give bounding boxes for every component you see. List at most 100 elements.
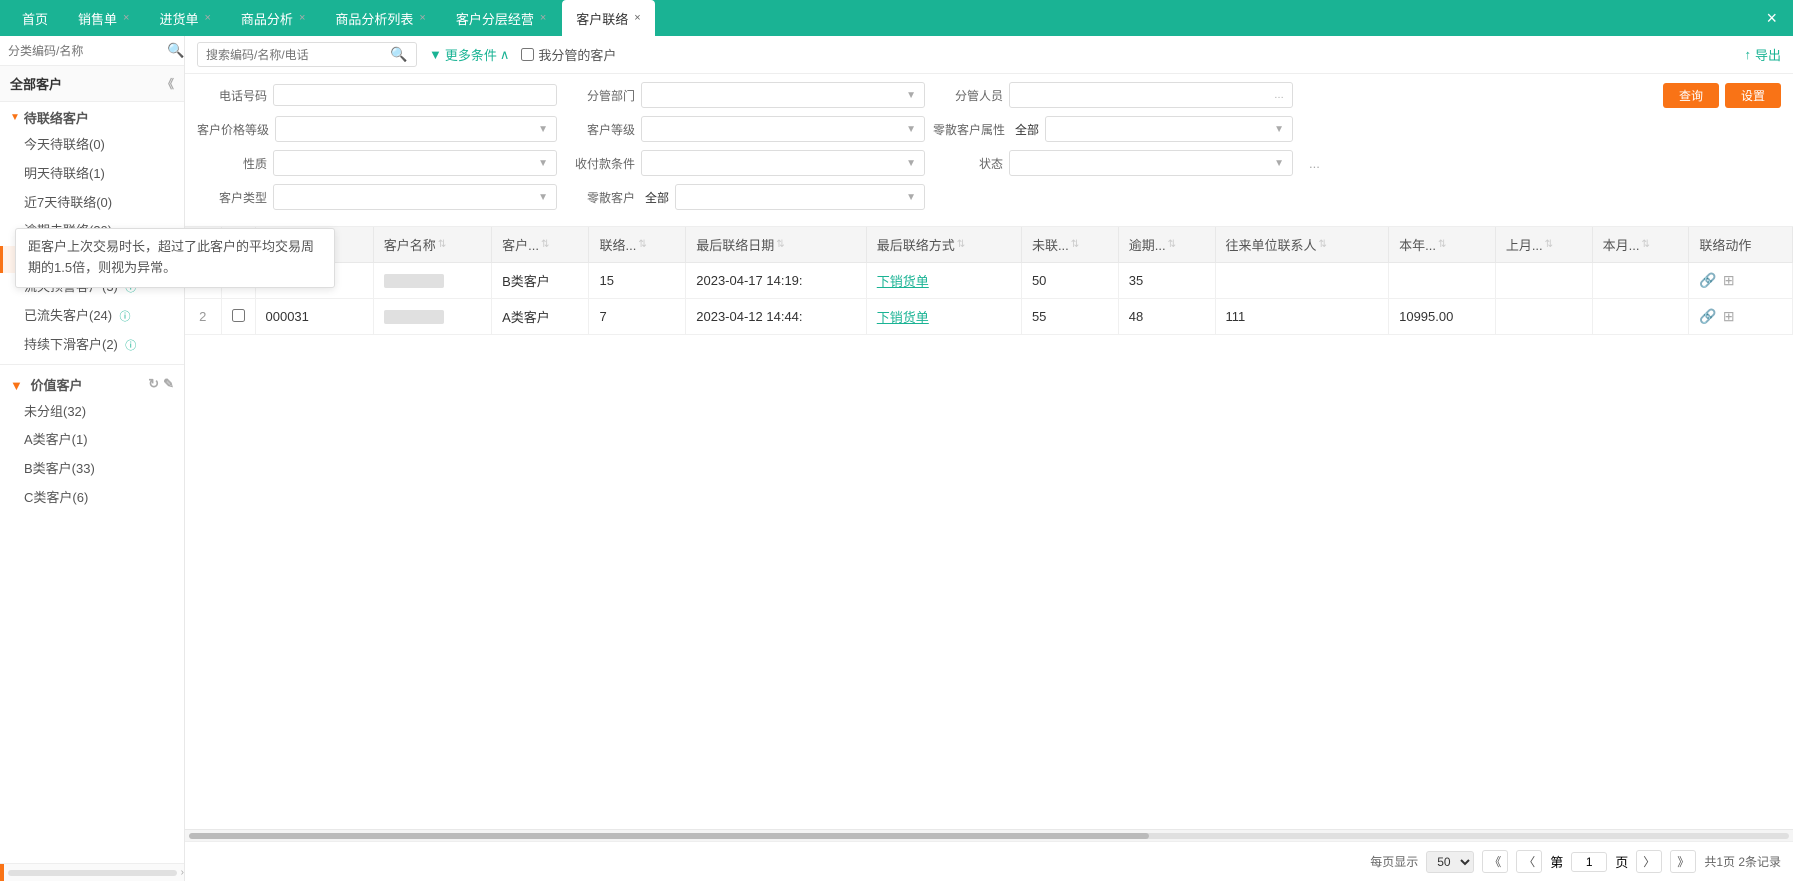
row1-contact-icon[interactable]: 🔗 [1699, 272, 1716, 289]
sidebar-all-customers[interactable]: 全部客户 《 [0, 66, 184, 102]
this-year-sort-icon[interactable]: ⇅ [1438, 239, 1446, 250]
export-button[interactable]: ↑ 导出 [1744, 45, 1781, 64]
sidebar-item-ungraded[interactable]: 未分组(32) [0, 398, 184, 427]
pagination-bar: 每页显示 50 《 〈 第 页 〉 》 共1页 2条记录 [185, 841, 1793, 881]
status-select[interactable]: ▼ [1009, 150, 1293, 176]
row2-name-blurred [384, 310, 444, 324]
nav-tab-product-list[interactable]: 商品分析列表 × [321, 0, 439, 36]
customer-type-select[interactable]: ▼ [273, 184, 557, 210]
name-sort-icon[interactable]: ⇅ [438, 239, 446, 250]
payment-select[interactable]: ▼ [641, 150, 925, 176]
value-refresh-icon[interactable]: ↻ [148, 376, 159, 392]
pending-arrow-icon: ▼ [10, 112, 20, 123]
filter-more-btn[interactable]: ... [1301, 156, 1328, 171]
next-page-btn[interactable]: 〉 [1636, 850, 1662, 873]
window-close-button[interactable]: × [1758, 8, 1785, 29]
close-tab-sales[interactable]: × [123, 12, 129, 24]
row2-select-checkbox[interactable] [232, 309, 245, 322]
unit-contact-sort-icon[interactable]: ⇅ [1319, 239, 1327, 250]
sidebar-item-declining[interactable]: 持续下滑客户(2) ⓘ [0, 331, 184, 360]
top-navigation: 首页 销售单 × 进货单 × 商品分析 × 商品分析列表 × 客户分层经营 × … [0, 0, 1793, 36]
retail-attr-select[interactable]: ▼ [1045, 116, 1293, 142]
page-suffix: 页 [1615, 852, 1628, 871]
this-month-sort-icon[interactable]: ⇅ [1641, 239, 1649, 250]
dept-select[interactable]: ▼ [641, 82, 925, 108]
first-page-btn[interactable]: 《 [1482, 850, 1508, 873]
search-input[interactable] [206, 48, 386, 62]
nav-tab-sales[interactable]: 销售单 × [64, 0, 143, 36]
row2-name[interactable] [373, 299, 491, 335]
search-box: 🔍 [197, 42, 417, 67]
customer-grade-select[interactable]: ▼ [641, 116, 925, 142]
row1-more-icon[interactable]: ⊞ [1723, 272, 1735, 289]
sidebar-item-class-c[interactable]: C类客户(6) [0, 484, 184, 513]
nav-tab-purchase[interactable]: 进货单 × [145, 0, 224, 36]
uncontacted-sort-icon[interactable]: ⇅ [1071, 239, 1079, 250]
close-tab-purchase[interactable]: × [204, 12, 210, 24]
nav-tab-customer-layering[interactable]: 客户分层经营 × [442, 0, 560, 36]
nav-tab-home[interactable]: 首页 [8, 0, 62, 36]
close-tab-product-list[interactable]: × [419, 12, 425, 24]
row2-more-icon[interactable]: ⊞ [1723, 308, 1735, 325]
search-icon[interactable]: 🔍 [390, 46, 407, 63]
th-this-year-label: 本年... [1399, 235, 1436, 254]
phone-input[interactable] [273, 84, 557, 106]
row1-overdue: 35 [1118, 263, 1215, 299]
setting-button[interactable]: 设置 [1725, 83, 1781, 108]
sidebar-scrollbar[interactable] [8, 870, 177, 876]
contact-sort-icon[interactable]: ⇅ [638, 239, 646, 250]
value-edit-icon[interactable]: ✎ [163, 376, 174, 392]
sidebar-search-icon[interactable]: 🔍 [167, 42, 184, 59]
overdue-sort-icon[interactable]: ⇅ [1168, 239, 1176, 250]
gender-select[interactable]: ▼ [273, 150, 557, 176]
per-page-select[interactable]: 50 [1426, 851, 1474, 873]
last-date-sort-icon[interactable]: ⇅ [776, 239, 784, 250]
scrollbar-thumb[interactable] [189, 833, 1149, 839]
row2-contact-icon[interactable]: 🔗 [1699, 308, 1716, 325]
close-tab-customer-contact[interactable]: × [634, 12, 640, 24]
last-page-btn[interactable]: 》 [1670, 850, 1696, 873]
sidebar-item-class-b[interactable]: B类客户(33) [0, 455, 184, 484]
prev-page-btn[interactable]: 〈 [1516, 850, 1542, 873]
sidebar-scroll-bottom: › [0, 863, 184, 881]
sidebar-scroll-right-icon[interactable]: › [181, 867, 184, 878]
sidebar-value-section: ▼ 价值客户 ↻ ✎ [0, 369, 184, 398]
scrollbar-track[interactable] [189, 833, 1789, 839]
type-sort-icon[interactable]: ⇅ [541, 239, 549, 250]
row2-last-way[interactable]: 下销货单 [866, 299, 1021, 335]
row1-action: 🔗 ⊞ [1689, 263, 1793, 299]
th-last-way-label: 最后联络方式 [877, 235, 955, 254]
customer-type-label: 客户类型 [197, 189, 267, 206]
sidebar-search-input[interactable] [8, 44, 163, 58]
last-month-sort-icon[interactable]: ⇅ [1545, 239, 1553, 250]
nav-tab-product-analysis[interactable]: 商品分析 × [227, 0, 319, 36]
filter-bar: 🔍 ▼ 更多条件 ∧ 我分管的客户 ↑ 导出 [185, 36, 1793, 74]
row2-checkbox[interactable] [221, 299, 255, 335]
query-button[interactable]: 查询 [1663, 83, 1719, 108]
sidebar-item-churned[interactable]: 已流失客户(24) ⓘ [0, 302, 184, 331]
sidebar-item-class-a[interactable]: A类客户(1) [0, 426, 184, 455]
close-tab-product-analysis[interactable]: × [299, 12, 305, 24]
sidebar-item-tomorrow[interactable]: 明天待联络(1) [0, 160, 184, 189]
main-layout: 🔍 全部客户 《 ▼ 待联络客户 今天待联络(0) 明天待联络(1) 近7天待联… [0, 36, 1793, 881]
status-arrow: ▼ [1274, 158, 1284, 169]
nav-tab-customer-contact[interactable]: 客户联络 × [562, 0, 654, 36]
row1-last-way[interactable]: 下销货单 [866, 263, 1021, 299]
price-grade-select[interactable]: ▼ [275, 116, 557, 142]
last-way-sort-icon[interactable]: ⇅ [957, 239, 965, 250]
sidebar-collapse-icon[interactable]: 《 [162, 75, 174, 92]
retail-attr-label2: 全部 [1015, 121, 1039, 138]
more-conditions-btn[interactable]: ▼ 更多条件 ∧ [429, 45, 509, 64]
page-label: 第 [1550, 852, 1563, 871]
row1-name[interactable] [373, 263, 491, 299]
retail-select[interactable]: ▼ [675, 184, 925, 210]
retail-label: 零散客户 [565, 189, 635, 206]
close-tab-customer-layering[interactable]: × [540, 12, 546, 24]
filter-icon: ▼ [429, 47, 442, 62]
my-customers-checkbox-area: 我分管的客户 [521, 45, 616, 64]
page-number-input[interactable] [1571, 852, 1607, 872]
sidebar-item-today[interactable]: 今天待联络(0) [0, 131, 184, 160]
my-customers-checkbox[interactable] [521, 48, 534, 61]
person-select[interactable]: … [1009, 82, 1293, 108]
sidebar-item-7days[interactable]: 近7天待联络(0) [0, 189, 184, 218]
